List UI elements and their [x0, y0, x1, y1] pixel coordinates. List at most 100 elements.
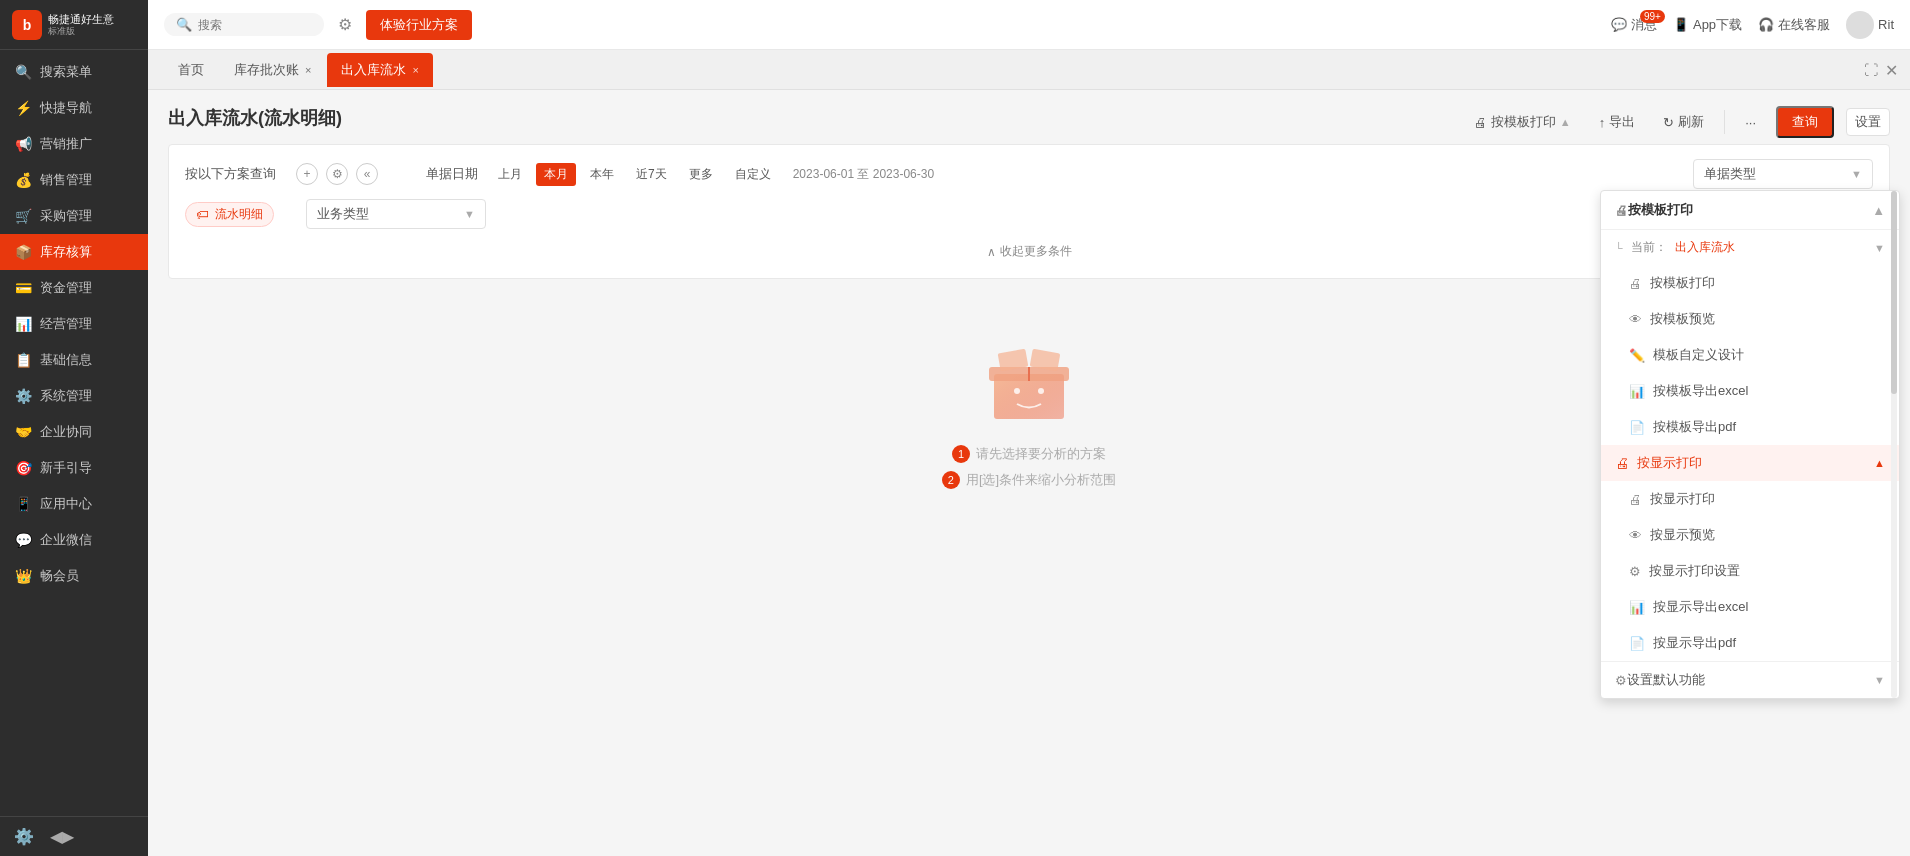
display-print-icon: 🖨 [1615, 455, 1629, 471]
file-icon-1: 🖨 [1629, 276, 1642, 291]
online-service-btn[interactable]: 🎧 在线客服 [1758, 16, 1830, 34]
collapse-sidebar-icon[interactable]: ◀▶ [50, 827, 74, 846]
doc-type-field: 单据类型 ▼ [1693, 159, 1873, 189]
filter-settings-btn[interactable]: ⚙ [326, 163, 348, 185]
user-avatar-btn[interactable]: Rit [1846, 11, 1894, 39]
date-btn-lastmonth[interactable]: 上月 [490, 163, 530, 186]
sidebar-bottom: ⚙️ ◀▶ [0, 816, 148, 856]
file-icon-2: 👁 [1629, 312, 1642, 327]
template-print-btn[interactable]: 🖨 按模板打印 ▲ [1466, 109, 1579, 135]
tab-panel-close-icon[interactable]: ✕ [1885, 60, 1898, 79]
search-input[interactable] [198, 18, 312, 32]
sidebar-item-vip[interactable]: 👑 畅会员 [0, 558, 148, 594]
filter-row-1: 按以下方案查询 + ⚙ « 单据日期 上月 本月 本年 近7天 更多 自定义 2… [185, 159, 1873, 189]
search-box[interactable]: 🔍 [164, 13, 324, 36]
tab-flowdetail[interactable]: 出入库流水 × [327, 53, 432, 87]
date-btn-custom[interactable]: 自定义 [727, 163, 779, 186]
doc-type-select[interactable]: 单据类型 ▼ [1693, 159, 1873, 189]
dropdown-item-display-excel[interactable]: 📊 按显示导出excel [1601, 589, 1899, 625]
dropdown-item-template-custom[interactable]: ✏️ 模板自定义设计 [1601, 337, 1899, 373]
empty-step-2: 2 用[选]条件来缩小分析范围 [942, 471, 1116, 489]
sidebar-item-collab[interactable]: 🤝 企业协同 [0, 414, 148, 450]
dropdown-title: 按模板打印 [1628, 201, 1693, 219]
dropdown-item-display-print[interactable]: 🖨 按显示打印 [1601, 481, 1899, 517]
display-file-icon-4: 📊 [1629, 600, 1645, 615]
display-file-icon-5: 📄 [1629, 636, 1645, 651]
filter-add-btn[interactable]: + [296, 163, 318, 185]
print-dropdown-panel: 🖨 按模板打印 ▲ └ 当前： 出入库流水 ▼ 🖨 按模板打印 👁 按模板预览 [1600, 190, 1900, 699]
search-icon-small: 🔍 [176, 17, 192, 32]
dropdown-item-display-preview[interactable]: 👁 按显示预览 [1601, 517, 1899, 553]
dropdown-item-template-preview[interactable]: 👁 按模板预览 [1601, 301, 1899, 337]
date-btn-more[interactable]: 更多 [681, 163, 721, 186]
collapse-filter-btn[interactable]: ∧ 收起更多条件 [977, 239, 1082, 264]
file-icon-5: 📄 [1629, 420, 1645, 435]
filter-actions: + ⚙ « [296, 163, 378, 185]
dropdown-item-template-excel[interactable]: 📊 按模板导出excel [1601, 373, 1899, 409]
sidebar-item-apps[interactable]: 📱 应用中心 [0, 486, 148, 522]
sidebar-nav: 🔍 搜索菜单 ⚡ 快捷导航 📢 营销推广 💰 销售管理 🛒 采购管理 📦 库存核… [0, 50, 148, 816]
filter-tag[interactable]: 🏷 流水明细 [185, 202, 274, 227]
date-btn-7days[interactable]: 近7天 [628, 163, 675, 186]
settings-icon[interactable]: ⚙ [338, 15, 352, 34]
more-options-btn[interactable]: ··· [1737, 111, 1764, 134]
dropdown-item-display-settings[interactable]: ⚙ 按显示打印设置 [1601, 553, 1899, 589]
sidebar-item-operations[interactable]: 📊 经营管理 [0, 306, 148, 342]
dropdown-chevron-icon[interactable]: ▲ [1872, 203, 1885, 218]
collapse-icon: ∧ [987, 245, 996, 259]
tab-close-flowdetail[interactable]: × [412, 64, 418, 76]
display-print-subheader[interactable]: 🖨 按显示打印 ▲ [1601, 445, 1899, 481]
sidebar-logo: b 畅捷通好生意 标准版 [0, 0, 148, 50]
dropdown-item-template-pdf[interactable]: 📄 按模板导出pdf [1601, 409, 1899, 445]
refresh-icon: ↻ [1663, 115, 1674, 130]
mobile-icon: 📱 [1673, 17, 1689, 32]
quicknav-icon: ⚡ [14, 100, 32, 116]
dropdown-header: 🖨 按模板打印 ▲ [1601, 191, 1899, 230]
dropdown-item-display-pdf[interactable]: 📄 按显示导出pdf [1601, 625, 1899, 661]
trial-button[interactable]: 体验行业方案 [366, 10, 472, 40]
sidebar-item-marketing[interactable]: 📢 营销推广 [0, 126, 148, 162]
query-button[interactable]: 查询 [1776, 106, 1834, 138]
ellipsis-icon: ··· [1745, 115, 1756, 130]
sidebar-item-guide[interactable]: 🎯 新手引导 [0, 450, 148, 486]
basic-icon: 📋 [14, 352, 32, 368]
system-icon: ⚙️ [14, 388, 32, 404]
sidebar-item-inventory[interactable]: 📦 库存核算 [0, 234, 148, 270]
guide-icon: 🎯 [14, 460, 32, 476]
date-range-text: 2023-06-01 至 2023-06-30 [793, 166, 934, 183]
refresh-btn[interactable]: ↻ 刷新 [1655, 109, 1712, 135]
settings-btn[interactable]: 设置 [1846, 108, 1890, 136]
finance-icon: 💳 [14, 280, 32, 296]
date-btn-thismonth[interactable]: 本月 [536, 163, 576, 186]
toolbar: 🖨 按模板打印 ▲ ↑ 导出 ↻ 刷新 ··· 查询 设置 [1466, 106, 1890, 138]
sidebar-item-quicknav[interactable]: ⚡ 快捷导航 [0, 90, 148, 126]
tab-home[interactable]: 首页 [164, 53, 218, 87]
sidebar-item-finance[interactable]: 💳 资金管理 [0, 270, 148, 306]
filter-section-label: 按以下方案查询 [185, 165, 276, 183]
settings-gear-icon[interactable]: ⚙️ [14, 827, 34, 846]
biz-type-select[interactable]: 业务类型 ▼ [306, 199, 486, 229]
filter-collapse-btn[interactable]: « [356, 163, 378, 185]
sidebar-item-system[interactable]: ⚙️ 系统管理 [0, 378, 148, 414]
sidebar-item-sales[interactable]: 💰 销售管理 [0, 162, 148, 198]
sidebar-item-search[interactable]: 🔍 搜索菜单 [0, 54, 148, 90]
current-template-item[interactable]: └ 当前： 出入库流水 ▼ [1601, 230, 1899, 265]
dropdown-footer[interactable]: ⚙ 设置默认功能 ▼ [1601, 661, 1899, 698]
sidebar-item-purchase[interactable]: 🛒 采购管理 [0, 198, 148, 234]
tab-expand-icon[interactable]: ⛶ [1864, 62, 1878, 78]
dropdown-item-template-print[interactable]: 🖨 按模板打印 [1601, 265, 1899, 301]
topbar-right: 💬 消息 99+ 📱 App下载 🎧 在线客服 Rit [1611, 11, 1894, 39]
tab-batch[interactable]: 库存批次账 × [220, 53, 325, 87]
export-btn[interactable]: ↑ 导出 [1591, 109, 1644, 135]
sidebar-item-wechat[interactable]: 💬 企业微信 [0, 522, 148, 558]
app-download-btn[interactable]: 📱 App下载 [1673, 16, 1742, 34]
message-icon: 💬 [1611, 17, 1627, 32]
search-icon: 🔍 [14, 64, 32, 80]
tab-close-batch[interactable]: × [305, 64, 311, 76]
svg-point-6 [1038, 388, 1044, 394]
sidebar-item-basic[interactable]: 📋 基础信息 [0, 342, 148, 378]
display-file-icon-3: ⚙ [1629, 564, 1641, 579]
date-btn-thisyear[interactable]: 本年 [582, 163, 622, 186]
current-chevron-icon: ▼ [1874, 242, 1885, 254]
message-btn[interactable]: 💬 消息 99+ [1611, 16, 1657, 34]
